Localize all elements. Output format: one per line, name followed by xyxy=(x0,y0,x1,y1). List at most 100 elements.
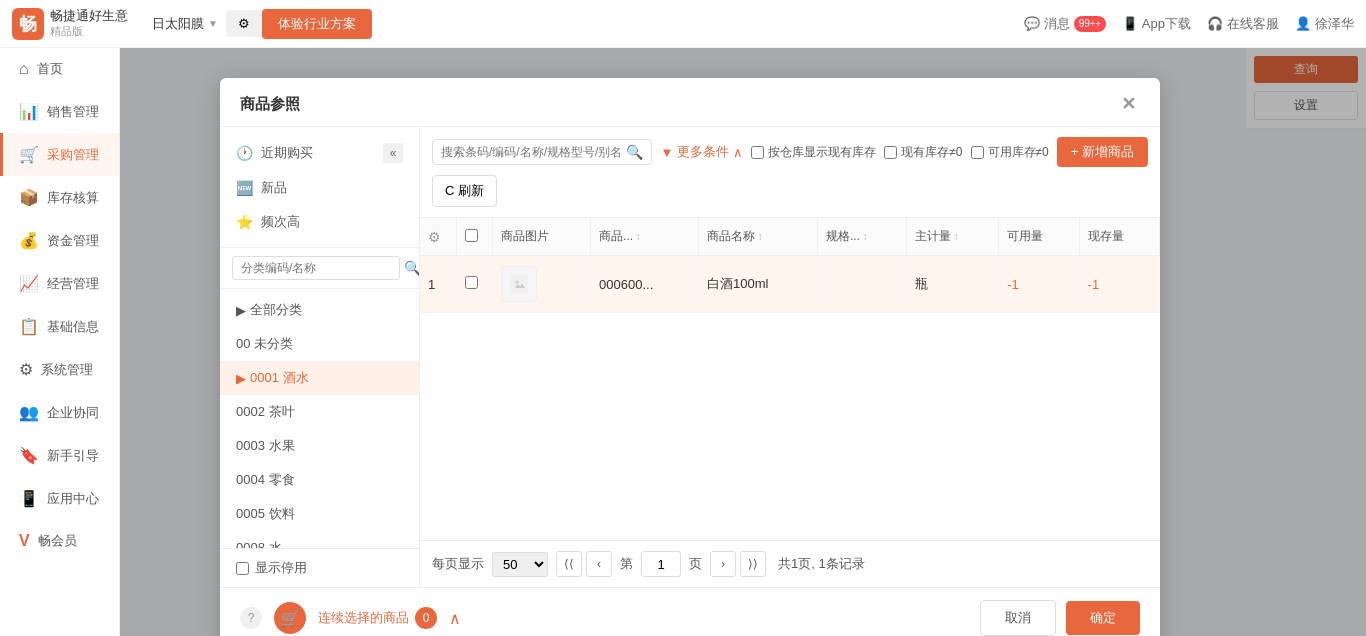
cancel-button[interactable]: 取消 xyxy=(980,600,1056,636)
user-nav[interactable]: 👤 徐泽华 xyxy=(1295,15,1354,33)
sidebar-item-system[interactable]: ⚙ 系统管理 xyxy=(0,348,119,391)
confirm-button[interactable]: 确定 xyxy=(1066,601,1140,635)
sidebar-item-inventory[interactable]: 📦 库存核算 xyxy=(0,176,119,219)
row-name: 白酒100ml xyxy=(699,256,818,313)
category-tea[interactable]: 0002 茶叶 xyxy=(220,395,419,429)
sidebar-item-guide[interactable]: 🔖 新手引导 xyxy=(0,434,119,477)
nav-selector[interactable]: 日太阳膜 ▼ xyxy=(152,15,218,33)
pagination-bar: 每页显示 50 10 20 100 ⟨⟨ ‹ 第 页 xyxy=(420,540,1160,587)
col-name[interactable]: 商品名称 xyxy=(699,218,818,256)
available-stock-checkbox[interactable] xyxy=(884,146,897,159)
row-available: -1 xyxy=(999,256,1079,313)
finance-icon: 💰 xyxy=(19,231,39,250)
main-area: 查询 设置 商品参照 ✕ 🕐 近期购买 « xyxy=(120,48,1366,636)
recent-purchase-label: 近期购买 xyxy=(261,144,313,162)
row-index: 1 xyxy=(420,256,456,313)
last-page-btn[interactable]: ⟩⟩ xyxy=(740,551,766,577)
next-page-btn[interactable]: › xyxy=(710,551,736,577)
cart-icon-btn[interactable]: 🛒 xyxy=(274,602,306,634)
col-stock: 现存量 xyxy=(1079,218,1159,256)
available-stock-checkbox-label[interactable]: 现有库存≠0 xyxy=(884,144,962,161)
product-search-input[interactable] xyxy=(441,145,622,159)
download-icon: 📱 xyxy=(1122,16,1138,31)
member-icon: V xyxy=(19,532,30,550)
more-conditions-btn[interactable]: ▼ 更多条件 ∧ xyxy=(660,143,743,161)
category-all-label: 全部分类 xyxy=(250,301,302,319)
experience-btn[interactable]: 体验行业方案 xyxy=(262,9,372,39)
sidebar-item-basic-label: 基础信息 xyxy=(47,318,99,336)
category-water-label: 0008 水 xyxy=(236,539,282,548)
usable-stock-checkbox-label[interactable]: 可用库存≠0 xyxy=(971,144,1049,161)
product-reference-dialog: 商品参照 ✕ 🕐 近期购买 « 🆕 新品 xyxy=(220,78,1160,636)
quick-link-recent[interactable]: 🕐 近期购买 « xyxy=(220,135,419,171)
sidebar-item-inventory-label: 库存核算 xyxy=(47,189,99,207)
sidebar-item-home[interactable]: ⌂ 首页 xyxy=(0,48,119,90)
sidebar-item-apps[interactable]: 📱 应用中心 xyxy=(0,477,119,520)
page-size-select[interactable]: 50 10 20 100 xyxy=(492,552,548,577)
sidebar-item-member[interactable]: V 畅会员 xyxy=(0,520,119,562)
select-all-checkbox[interactable] xyxy=(465,229,478,242)
page-word2: 页 xyxy=(689,555,702,573)
first-page-btn[interactable]: ⟨⟨ xyxy=(556,551,582,577)
add-product-btn[interactable]: + 新增商品 xyxy=(1057,137,1148,167)
col-unit[interactable]: 主计量 xyxy=(907,218,999,256)
category-search-icon[interactable]: 🔍 xyxy=(404,260,420,276)
table-settings-icon[interactable]: ⚙ xyxy=(428,229,441,245)
app-download-nav[interactable]: 📱 App下载 xyxy=(1122,15,1191,33)
online-service-label: 在线客服 xyxy=(1227,15,1279,33)
sidebar-item-finance[interactable]: 💰 资金管理 xyxy=(0,219,119,262)
category-fruit[interactable]: 0003 水果 xyxy=(220,429,419,463)
dialog-close-button[interactable]: ✕ xyxy=(1116,92,1140,116)
category-water[interactable]: 0008 水 xyxy=(220,531,419,548)
by-warehouse-checkbox-label[interactable]: 按仓库显示现有库存 xyxy=(751,144,876,161)
dialog-body: 🕐 近期购买 « 🆕 新品 ⭐ 频次高 xyxy=(220,127,1160,587)
col-code[interactable]: 商品... xyxy=(591,218,699,256)
footer-collapse-icon[interactable]: ∧ xyxy=(449,609,461,628)
by-warehouse-checkbox[interactable] xyxy=(751,146,764,159)
category-snack[interactable]: 0004 零食 xyxy=(220,463,419,497)
basic-icon: 📋 xyxy=(19,317,39,336)
category-uncategorized[interactable]: 00 未分类 xyxy=(220,327,419,361)
refresh-btn[interactable]: C 刷新 xyxy=(432,175,497,207)
sidebar-item-basic[interactable]: 📋 基础信息 xyxy=(0,305,119,348)
right-panel: 🔍 ▼ 更多条件 ∧ 按仓库显示现有库存 xyxy=(420,127,1160,587)
quick-link-frequent[interactable]: ⭐ 频次高 xyxy=(220,205,419,239)
page-word: 第 xyxy=(620,555,633,573)
page-number-input[interactable] xyxy=(641,551,681,577)
sidebar-item-enterprise[interactable]: 👥 企业协同 xyxy=(0,391,119,434)
sidebar-item-purchase[interactable]: 🛒 采购管理 xyxy=(0,133,119,176)
col-checkbox xyxy=(456,218,492,256)
available-stock-label: 现有库存≠0 xyxy=(901,144,962,161)
category-all[interactable]: ▶ 全部分类 xyxy=(220,293,419,327)
settings-icon-btn[interactable]: ⚙ xyxy=(226,10,262,37)
sidebar-item-operations[interactable]: 📈 经营管理 xyxy=(0,262,119,305)
col-spec[interactable]: 规格... xyxy=(817,218,906,256)
table-row[interactable]: 1 000600... xyxy=(420,256,1160,313)
dialog-header: 商品参照 ✕ xyxy=(220,78,1160,127)
category-search-input[interactable] xyxy=(232,256,400,280)
sidebar-item-home-label: 首页 xyxy=(37,60,63,78)
search-icon[interactable]: 🔍 xyxy=(626,144,643,160)
sidebar-item-sales[interactable]: 📊 销售管理 xyxy=(0,90,119,133)
online-service-nav[interactable]: 🎧 在线客服 xyxy=(1207,15,1279,33)
home-icon: ⌂ xyxy=(19,60,29,78)
quick-link-new[interactable]: 🆕 新品 xyxy=(220,171,419,205)
category-beverage[interactable]: 0005 饮料 xyxy=(220,497,419,531)
app-logo-icon: 畅 xyxy=(12,8,44,40)
inventory-icon: 📦 xyxy=(19,188,39,207)
display-disabled-checkbox[interactable] xyxy=(236,562,249,575)
collapse-left-btn[interactable]: « xyxy=(383,143,403,163)
col-settings: ⚙ xyxy=(420,218,456,256)
help-icon[interactable]: ? xyxy=(240,607,262,629)
messages-nav[interactable]: 💬 消息 99++ xyxy=(1024,15,1106,33)
page-total-info: 共1页, 1条记录 xyxy=(778,555,865,573)
product-table-body: 1 000600... xyxy=(420,256,1160,313)
category-search-bar: 🔍 xyxy=(220,248,419,289)
row-stock: -1 xyxy=(1079,256,1159,313)
category-beverage-label: 0005 饮料 xyxy=(236,505,295,523)
usable-stock-checkbox[interactable] xyxy=(971,146,984,159)
prev-page-btn[interactable]: ‹ xyxy=(586,551,612,577)
category-liquor[interactable]: ▶ 0001 酒水 xyxy=(220,361,419,395)
row-checkbox[interactable] xyxy=(465,276,478,289)
username-label: 徐泽华 xyxy=(1315,15,1354,33)
